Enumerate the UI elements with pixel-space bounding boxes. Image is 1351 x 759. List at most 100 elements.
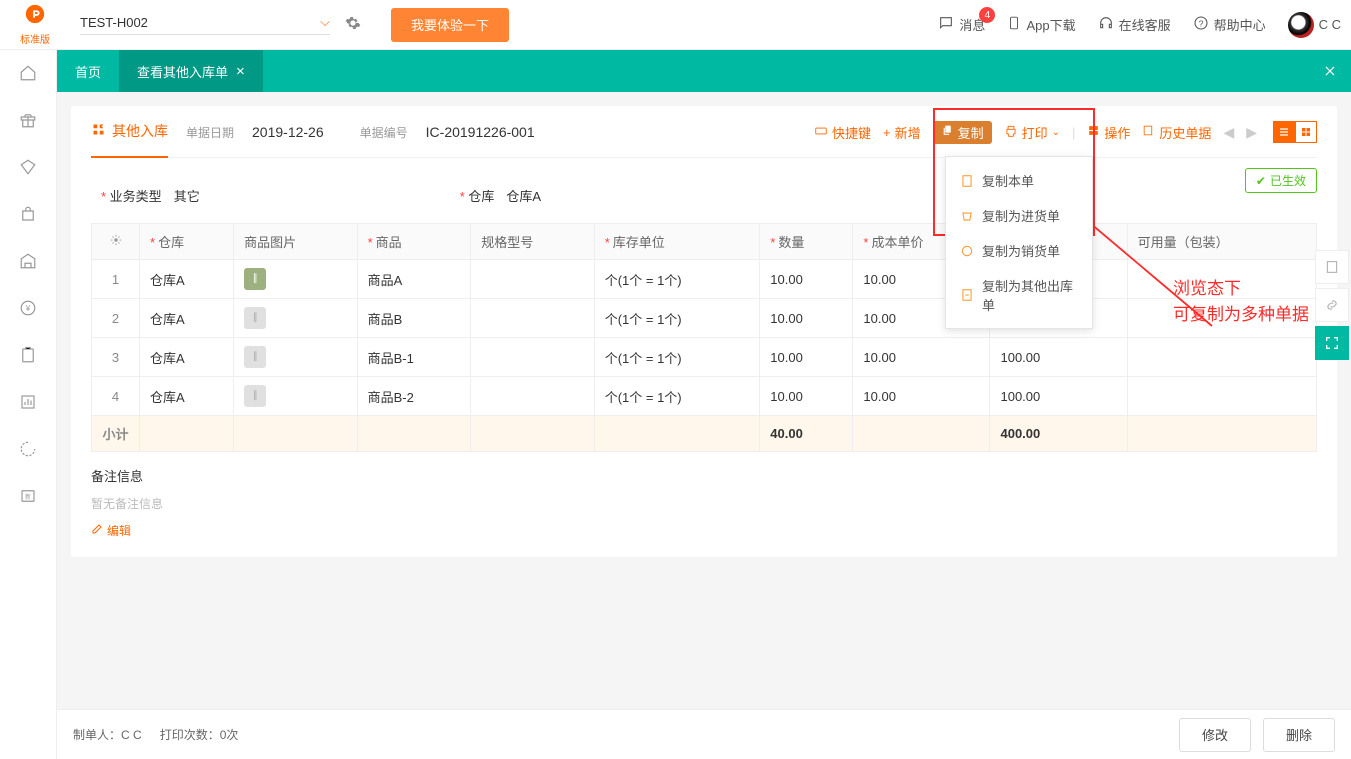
row-qty: 10.00 <box>760 377 853 416</box>
row-warehouse: 仓库A <box>140 260 234 299</box>
delete-button[interactable]: 删除 <box>1263 718 1335 752</box>
creator-info: 制单人：C C <box>73 726 142 743</box>
phone-icon <box>1007 15 1021 34</box>
help-center-label: 帮助中心 <box>1214 15 1266 34</box>
row-spec <box>471 377 594 416</box>
avatar <box>1288 12 1314 38</box>
shortcut-button[interactable]: 快捷键 <box>814 123 871 142</box>
prev-button[interactable]: ◀ <box>1223 124 1234 141</box>
edit-remarks-button[interactable]: 编辑 <box>91 522 131 539</box>
side-float <box>1315 250 1351 360</box>
row-price: 10.00 <box>853 338 990 377</box>
headset-icon <box>1098 15 1114 34</box>
copy-other-out-item[interactable]: 复制为其他出库单 <box>946 268 1092 322</box>
user-menu[interactable]: C C <box>1288 12 1341 38</box>
print-button[interactable]: 打印 ⌄ <box>1004 123 1060 142</box>
sidebar-home-icon[interactable] <box>0 64 56 87</box>
next-button[interactable]: ▶ <box>1246 124 1257 141</box>
form-row: * 业务类型 其它 * 仓库 仓库A <box>91 158 1317 223</box>
keyboard-icon <box>814 124 828 141</box>
ops-button[interactable]: 操作 <box>1087 123 1130 142</box>
row-warehouse: 仓库A <box>140 377 234 416</box>
table-row[interactable]: 4 仓库A ∥ 商品B-2 个(1个 = 1个) 10.00 10.00 100… <box>92 377 1317 416</box>
help-icon: ? <box>1193 15 1209 34</box>
copy-this-item[interactable]: 复制本单 <box>946 163 1092 198</box>
row-available <box>1127 338 1316 377</box>
print-icon <box>1004 124 1018 141</box>
list-view-button[interactable] <box>1273 121 1295 143</box>
items-table: 仓库 商品图片 商品 规格型号 库存单位 数量 成本单价 成本金額 可用量（包装… <box>91 223 1317 452</box>
copy-sales-label: 复制为销货单 <box>982 241 1060 260</box>
document-card: 浏览态下 可复制为多种单据 其他入库 单据日期 2019-12-26 单据编号 … <box>71 106 1337 557</box>
copy-purchase-item[interactable]: 复制为进货单 <box>946 198 1092 233</box>
remarks-title: 备注信息 <box>91 466 1317 485</box>
row-warehouse: 仓库A <box>140 299 234 338</box>
sidebar-new-icon[interactable]: 新 <box>0 487 56 510</box>
history-label: 历史单据 <box>1159 123 1211 142</box>
row-available <box>1127 377 1316 416</box>
copy-dropdown: 复制本单 复制为进货单 复制为销货单 复制为其他出库单 <box>945 156 1093 329</box>
row-product: 商品B <box>357 299 471 338</box>
try-button[interactable]: 我要体验一下 <box>391 8 509 42</box>
app-download-link[interactable]: App下载 <box>1007 15 1075 34</box>
new-button[interactable]: + 新增 <box>883 123 921 142</box>
doc-type-tab[interactable]: 其他入库 <box>91 106 168 158</box>
copy-button[interactable]: 复制 <box>933 121 992 144</box>
sidebar-clipboard-icon[interactable] <box>0 346 56 369</box>
side-link-icon[interactable] <box>1315 288 1349 322</box>
biz-type-value: 其它 <box>174 186 200 205</box>
remarks-section: 备注信息 暂无备注信息 编辑 <box>91 452 1317 539</box>
copy-other-out-label: 复制为其他出库单 <box>982 276 1078 314</box>
remarks-none: 暂无备注信息 <box>91 495 1317 512</box>
th-image: 商品图片 <box>234 224 357 260</box>
side-expand-icon[interactable] <box>1315 326 1349 360</box>
modify-button[interactable]: 修改 <box>1179 718 1251 752</box>
messages-link[interactable]: 消息 4 <box>938 15 985 34</box>
top-header: 标准版 TEST-H002 ⌵ 我要体验一下 消息 4 App下载 在线客服 ?… <box>0 0 1351 50</box>
doc-date-label: 单据日期 <box>186 124 234 141</box>
table-row[interactable]: 1 仓库A ∥ 商品A 个(1个 = 1个) 10.00 10.00 100.0… <box>92 260 1317 299</box>
sidebar-money-icon[interactable]: ¥ <box>0 299 56 322</box>
tab-current[interactable]: 查看其他入库单 × <box>119 50 263 92</box>
row-qty: 10.00 <box>760 338 853 377</box>
history-button[interactable]: 历史单据 <box>1142 123 1211 142</box>
tab-home[interactable]: 首页 <box>57 50 119 92</box>
th-spec: 规格型号 <box>471 224 594 260</box>
sidebar-gift-icon[interactable] <box>0 111 56 134</box>
sidebar-diamond-icon[interactable] <box>0 158 56 181</box>
plus-icon: + <box>883 125 891 140</box>
copy-this-label: 复制本单 <box>982 171 1034 190</box>
th-qty: 数量 <box>760 224 853 260</box>
gear-icon[interactable] <box>345 15 361 34</box>
org-selector[interactable]: TEST-H002 ⌵ <box>80 14 330 35</box>
edit-remarks-label: 编辑 <box>107 522 131 539</box>
close-icon[interactable]: × <box>236 63 245 80</box>
logo[interactable]: 标准版 <box>10 3 60 46</box>
sidebar-report-icon[interactable] <box>0 393 56 416</box>
sidebar-warehouse-icon[interactable] <box>0 252 56 275</box>
row-available <box>1127 299 1316 338</box>
main: 首页 查看其他入库单 × 浏览态下 可复制为多种单据 <box>57 50 1351 759</box>
card-header: 其他入库 单据日期 2019-12-26 单据编号 IC-20191226-00… <box>91 106 1317 158</box>
grid-view-button[interactable] <box>1295 121 1317 143</box>
warehouse-label: 仓库 <box>468 189 494 204</box>
tabbar-close-button[interactable] <box>1309 50 1351 92</box>
row-image: ∥ <box>234 338 357 377</box>
row-image: ∥ <box>234 377 357 416</box>
copy-sales-item[interactable]: 复制为销货单 <box>946 233 1092 268</box>
table-row[interactable]: 2 仓库A ∥ 商品B 个(1个 = 1个) 10.00 10.00 100.0… <box>92 299 1317 338</box>
sidebar-bag-icon[interactable] <box>0 205 56 228</box>
outbound-icon <box>960 288 974 302</box>
table-row[interactable]: 3 仓库A ∥ 商品B-1 个(1个 = 1个) 10.00 10.00 100… <box>92 338 1317 377</box>
subtotal-amount: 400.00 <box>990 416 1127 452</box>
row-spec <box>471 338 594 377</box>
row-price: 10.00 <box>853 377 990 416</box>
content: 浏览态下 可复制为多种单据 其他入库 单据日期 2019-12-26 单据编号 … <box>57 92 1351 709</box>
th-gear[interactable] <box>92 224 140 260</box>
help-center-link[interactable]: ? 帮助中心 <box>1193 15 1266 34</box>
online-service-link[interactable]: 在线客服 <box>1098 15 1171 34</box>
side-note-icon[interactable] <box>1315 250 1349 284</box>
doc-date-value: 2019-12-26 <box>252 124 324 140</box>
sidebar-refresh-icon[interactable] <box>0 440 56 463</box>
subtotal-row: 小计 40.00 400.00 <box>92 416 1317 452</box>
